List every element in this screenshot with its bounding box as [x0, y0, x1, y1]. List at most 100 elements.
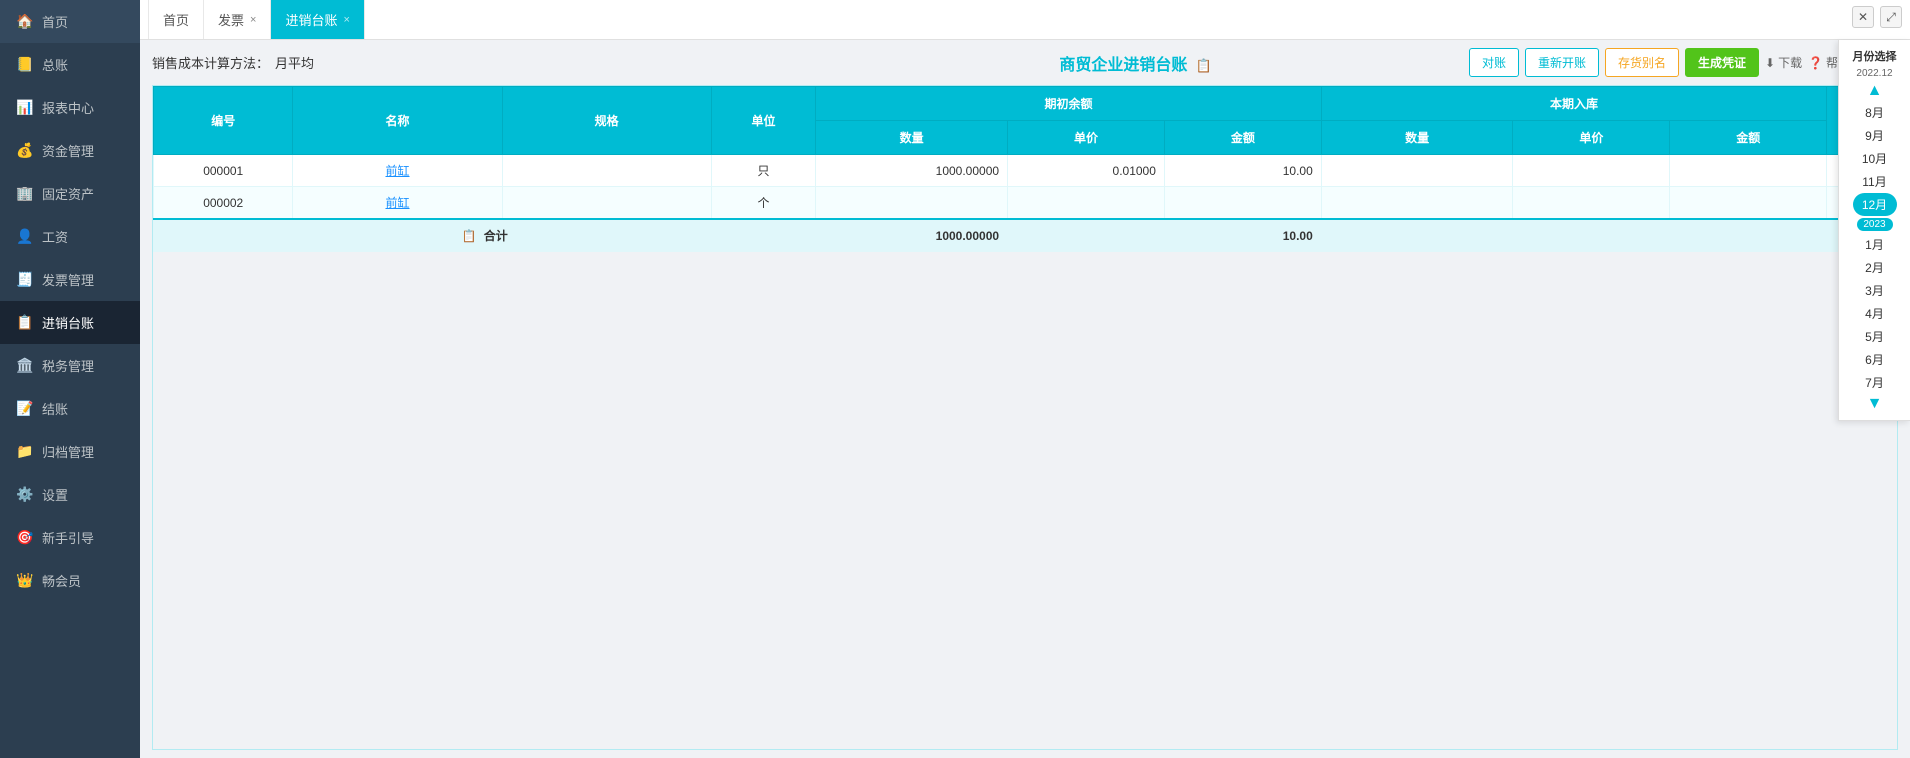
month-item-12[interactable]: 12月	[1853, 193, 1897, 216]
month-item-10[interactable]: 10月	[1839, 147, 1910, 170]
archive-icon: 📁	[16, 443, 34, 460]
month-panel-year-2022: 2022.12	[1856, 68, 1892, 79]
month-item-7[interactable]: 7月	[1839, 371, 1910, 394]
cell-bianhao: 000001	[154, 155, 293, 187]
sidebar-item-funds[interactable]: 💰 资金管理	[0, 129, 140, 172]
col-qichu-shuliang: 数量	[816, 121, 1008, 155]
tab-jinxiao-label: 进销台账	[285, 10, 337, 29]
download-button[interactable]: ⬇ 下载	[1765, 54, 1802, 71]
window-maximize-button[interactable]: ⤢	[1880, 6, 1902, 28]
sidebar-item-salary[interactable]: 👤 工资	[0, 215, 140, 258]
cell-benly-shuliang	[1321, 187, 1513, 220]
closing-icon: 📝	[16, 400, 34, 417]
col-benly-danjia: 单价	[1513, 121, 1670, 155]
title-info-icon: 📋	[1196, 58, 1212, 73]
sidebar-item-label: 首页	[42, 12, 68, 31]
month-item-6[interactable]: 6月	[1839, 348, 1910, 371]
ledger-icon: 📒	[16, 56, 34, 73]
sidebar-item-fixed-assets[interactable]: 🏢 固定资产	[0, 172, 140, 215]
window-close-button[interactable]: ✕	[1852, 6, 1874, 28]
month-panel-title: 月份选择	[1853, 46, 1897, 68]
total-benly-jine	[1670, 219, 1827, 252]
sidebar-item-tax[interactable]: 🏛️ 税务管理	[0, 344, 140, 387]
month-nav-up[interactable]: ▲	[1867, 81, 1883, 101]
table-header-row-1: 编号 名称 规格 单位 期初余额 本期入库 数	[154, 87, 1897, 121]
year-badge-2023: 2023	[1857, 218, 1893, 231]
jinxiao-icon: 📋	[16, 314, 34, 331]
tab-jinxiao-close[interactable]: ×	[343, 14, 349, 26]
month-item-11[interactable]: 11月	[1839, 170, 1910, 193]
person-icon: 👤	[16, 228, 34, 245]
sidebar-item-report[interactable]: 📊 报表中心	[0, 86, 140, 129]
tab-bar: 首页 发票 × 进销台账 × ✕ ⤢	[140, 0, 1910, 40]
tab-home[interactable]: 首页	[148, 0, 204, 39]
sidebar-item-label: 归档管理	[42, 442, 94, 461]
cell-benly-shuliang	[1321, 155, 1513, 187]
cell-mingcheng: 前缸	[293, 187, 502, 220]
sidebar-item-settings[interactable]: ⚙️ 设置	[0, 473, 140, 516]
sidebar-item-label: 固定资产	[42, 184, 94, 203]
tax-icon: 🏛️	[16, 357, 34, 374]
sidebar-item-home[interactable]: 🏠 首页	[0, 0, 140, 43]
sidebar-item-label: 总账	[42, 55, 68, 74]
cell-qichu-jine	[1164, 187, 1321, 220]
month-item-3[interactable]: 3月	[1839, 279, 1910, 302]
tab-invoice-close[interactable]: ×	[250, 14, 256, 26]
col-benly-jine: 金额	[1670, 121, 1827, 155]
sidebar-item-member[interactable]: 👑 畅会员	[0, 559, 140, 602]
sidebar-item-zonzhang[interactable]: 📒 总账	[0, 43, 140, 86]
data-table-container: 编号 名称 规格 单位 期初余额 本期入库 数 数量 单价 金额 数量 单价	[152, 85, 1898, 750]
tab-home-label: 首页	[163, 10, 189, 29]
month-item-5[interactable]: 5月	[1839, 325, 1910, 348]
window-controls: ✕ ⤢	[1852, 6, 1902, 28]
toolbar-left: 销售成本计算方法： 月平均	[152, 53, 802, 72]
month-item-2[interactable]: 2月	[1839, 256, 1910, 279]
cell-mingcheng: 前缸	[293, 155, 502, 187]
tab-jinxiao[interactable]: 进销台账 ×	[271, 0, 364, 39]
cost-method-label: 销售成本计算方法：	[152, 53, 269, 72]
total-label: 📋 合计	[154, 219, 816, 252]
sidebar-item-label: 工资	[42, 227, 68, 246]
total-qichu-danjia	[1008, 219, 1165, 252]
guide-icon: 🎯	[16, 529, 34, 546]
report-icon: 📊	[16, 99, 34, 116]
month-item-8[interactable]: 8月	[1839, 101, 1910, 124]
tab-invoice[interactable]: 发票 ×	[204, 0, 271, 39]
sidebar-item-label: 设置	[42, 485, 68, 504]
col-benly-group: 本期入库	[1321, 87, 1826, 121]
col-qichu-group: 期初余额	[816, 87, 1321, 121]
duizhang-button[interactable]: 对账	[1469, 48, 1519, 77]
sidebar-item-label: 税务管理	[42, 356, 94, 375]
invoice-icon: 🧾	[16, 271, 34, 288]
main-content: 销售成本计算方法： 月平均 商贸企业进销台账 📋 对账 重新开账 存货别名 生成…	[140, 40, 1910, 758]
cell-qichu-shuliang	[816, 187, 1008, 220]
month-item-9[interactable]: 9月	[1839, 124, 1910, 147]
cell-guige	[502, 187, 711, 220]
main-area: 首页 发票 × 进销台账 × ✕ ⤢ 销售成本计算方法： 月平均 商贸企业进销台…	[140, 0, 1910, 758]
sidebar-item-closing[interactable]: 📝 结账	[0, 387, 140, 430]
shengcheng-button[interactable]: 生成凭证	[1685, 48, 1759, 77]
building-icon: 🏢	[16, 185, 34, 202]
toolbar: 销售成本计算方法： 月平均 商贸企业进销台账 📋 对账 重新开账 存货别名 生成…	[152, 48, 1898, 77]
sidebar-item-label: 资金管理	[42, 141, 94, 160]
month-item-4[interactable]: 4月	[1839, 302, 1910, 325]
cell-danwei: 只	[711, 155, 816, 187]
total-qichu-jine: 10.00	[1164, 219, 1321, 252]
cell-qichu-danjia: 0.01000	[1008, 155, 1165, 187]
sidebar-item-invoice-mgmt[interactable]: 🧾 发票管理	[0, 258, 140, 301]
cuncao-button[interactable]: 存货别名	[1605, 48, 1679, 77]
sidebar-item-archive[interactable]: 📁 归档管理	[0, 430, 140, 473]
cell-danwei: 个	[711, 187, 816, 220]
cell-qichu-jine: 10.00	[1164, 155, 1321, 187]
sidebar-item-label: 畅会员	[42, 571, 81, 590]
month-item-1[interactable]: 1月	[1839, 233, 1910, 256]
month-nav-down[interactable]: ▼	[1867, 394, 1883, 414]
page-title: 商贸企业进销台账	[1059, 57, 1187, 74]
cell-benly-danjia	[1513, 187, 1670, 220]
member-icon: 👑	[16, 572, 34, 589]
col-mingcheng: 名称	[293, 87, 502, 155]
sidebar-item-jinxiao[interactable]: 📋 进销台账	[0, 301, 140, 344]
sidebar-item-guide[interactable]: 🎯 新手引导	[0, 516, 140, 559]
chongxin-button[interactable]: 重新开账	[1525, 48, 1599, 77]
month-selector-panel: 月份选择 2022.12 ▲ 8月 9月 10月 11月 12月 2023 1月…	[1838, 40, 1910, 421]
